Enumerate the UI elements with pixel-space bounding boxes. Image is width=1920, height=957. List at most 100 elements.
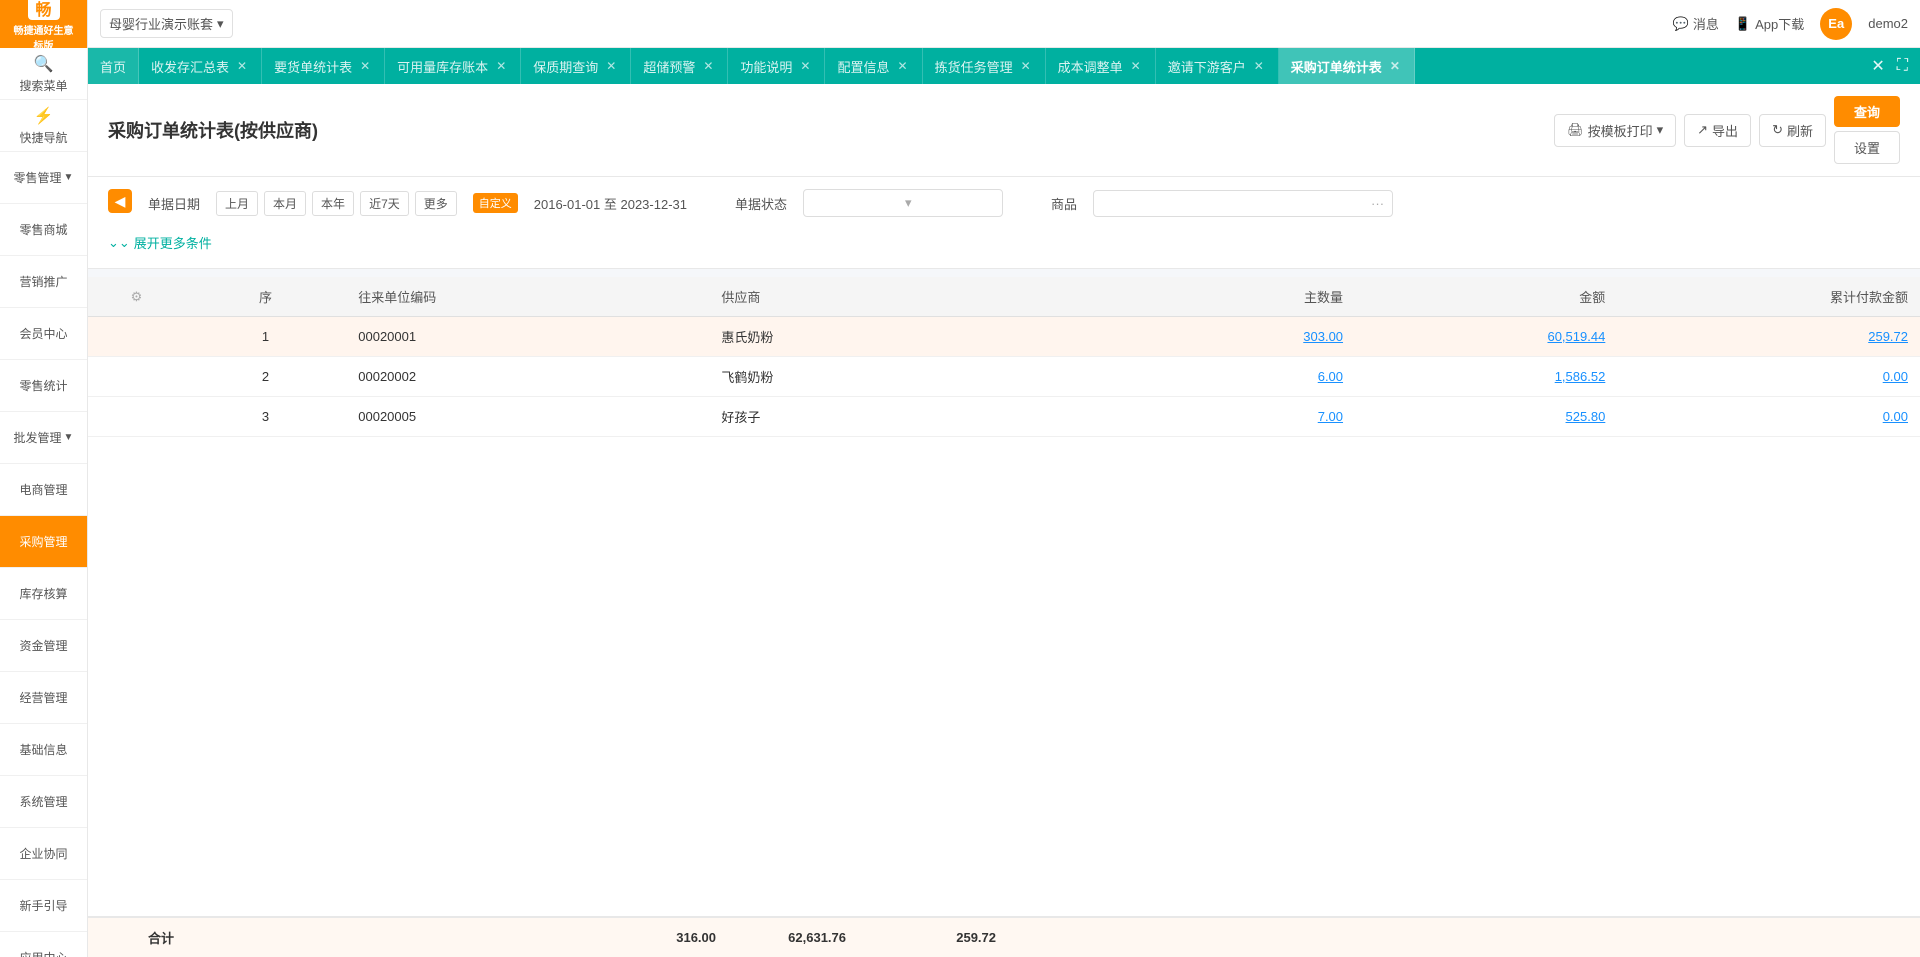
tab-invite-downstream-close[interactable]: ✕ (1252, 57, 1266, 75)
row-paid[interactable]: 0.00 (1617, 397, 1920, 437)
sidebar-item-retail-stats[interactable]: 零售统计 (0, 360, 87, 412)
tab-cost-adjust[interactable]: 成本调整单 ✕ (1046, 48, 1156, 84)
tab-purchase-stats[interactable]: 采购订单统计表 ✕ (1279, 48, 1415, 84)
sidebar-item-marketing[interactable]: 营销推广 (0, 256, 87, 308)
sidebar-item-retail-mall[interactable]: 零售商城 (0, 204, 87, 256)
sidebar-item-operations[interactable]: 经营管理 (0, 672, 87, 724)
row-amount[interactable]: 525.80 (1355, 397, 1617, 437)
row-settings-cell (88, 317, 185, 357)
sidebar-item-retail[interactable]: 零售管理 ▼ (0, 152, 87, 204)
table-area: ⚙ 序 往来单位编码 供应商 主数量 金额 累计付款金额 1 00020001 … (88, 277, 1920, 916)
tab-available-inventory-label: 可用量库存账本 (397, 57, 488, 76)
col-code: 往来单位编码 (346, 277, 709, 317)
sidebar-item-finance[interactable]: 资金管理 (0, 620, 87, 672)
sidebar-item-inventory[interactable]: 库存核算 (0, 568, 87, 620)
tab-config-info-label: 配置信息 (837, 57, 889, 76)
tab-cost-adjust-label: 成本调整单 (1058, 57, 1123, 76)
collapse-icon[interactable]: ◀ (108, 189, 132, 213)
tab-goods-stats[interactable]: 要货单统计表 ✕ (262, 48, 385, 84)
template-print-button[interactable]: 🖨 按模板打印 ▾ (1554, 114, 1676, 147)
tab-function-desc-label: 功能说明 (740, 57, 792, 76)
row-supplier: 惠氏奶粉 (709, 317, 1113, 357)
row-quantity[interactable]: 7.00 (1113, 397, 1355, 437)
tab-close-all-btn[interactable]: ✕ (1867, 52, 1888, 80)
message-btn[interactable]: 💬 消息 (1673, 14, 1719, 33)
sidebar-item-ecommerce[interactable]: 电商管理 (0, 464, 87, 516)
tab-expiry-query[interactable]: 保质期查询 ✕ (521, 48, 631, 84)
settings-button[interactable]: 设置 (1834, 131, 1900, 164)
filter-area: ◀ 单据日期 上月 本月 本年 近7天 更多 自定义 2016-01-01 至 … (88, 177, 1920, 269)
row-quantity[interactable]: 6.00 (1113, 357, 1355, 397)
date-shortcut-buttons: 上月 本月 本年 近7天 更多 (216, 191, 457, 216)
sidebar-item-search[interactable]: 🔍 搜索菜单 (0, 48, 87, 100)
tab-function-desc-close[interactable]: ✕ (798, 57, 812, 75)
tab-overstock-warning[interactable]: 超储预警 ✕ (631, 48, 728, 84)
col-seq: 序 (185, 277, 346, 317)
account-selector[interactable]: 母婴行业演示账套 ▾ (100, 9, 233, 38)
tab-available-inventory[interactable]: 可用量库存账本 ✕ (385, 48, 521, 84)
tab-config-info-close[interactable]: ✕ (896, 57, 910, 75)
tab-expiry-query-close[interactable]: ✕ (604, 57, 618, 75)
sidebar-item-members[interactable]: 会员中心 (0, 308, 87, 360)
tab-purchase-stats-label: 采购订单统计表 (1291, 57, 1382, 76)
app-download-btn[interactable]: 📱 App下载 (1735, 14, 1804, 33)
col-settings[interactable]: ⚙ (88, 277, 185, 317)
date-btn-this-year[interactable]: 本年 (312, 191, 354, 216)
tab-maximize-btn[interactable]: ⛶ (1893, 53, 1912, 79)
sidebar-item-new-guide[interactable]: 新手引导 (0, 880, 87, 932)
row-paid[interactable]: 259.72 (1617, 317, 1920, 357)
col-paid: 累计付款金额 (1617, 277, 1920, 317)
col-quantity: 主数量 (1113, 277, 1355, 317)
sidebar-item-system[interactable]: 系统管理 (0, 776, 87, 828)
user-name: demo2 (1868, 16, 1908, 31)
tab-purchase-stats-close[interactable]: ✕ (1388, 57, 1402, 75)
tab-overstock-warning-close[interactable]: ✕ (701, 57, 715, 75)
tab-home-label: 首页 (100, 57, 126, 76)
row-quantity[interactable]: 303.00 (1113, 317, 1355, 357)
sidebar-item-app-center[interactable]: 应用中心 (0, 932, 87, 957)
sidebar-item-quick-nav[interactable]: ⚡ 快捷导航 (0, 100, 87, 152)
col-supplier: 供应商 (709, 277, 1113, 317)
refresh-button[interactable]: ↻ 刷新 (1759, 114, 1826, 147)
ellipsis-icon[interactable]: ··· (1371, 196, 1384, 211)
message-label: 消息 (1693, 14, 1719, 33)
tab-picking-task-close[interactable]: ✕ (1019, 57, 1033, 75)
tab-home[interactable]: 首页 (88, 48, 139, 84)
sidebar-item-wholesale[interactable]: 批发管理 ▼ (0, 412, 87, 464)
tab-available-inventory-close[interactable]: ✕ (494, 57, 508, 75)
tab-receive-summary-close[interactable]: ✕ (235, 57, 249, 75)
row-amount[interactable]: 60,519.44 (1355, 317, 1617, 357)
date-btn-this-month[interactable]: 本月 (264, 191, 306, 216)
message-icon: 💬 (1673, 16, 1689, 32)
tab-config-info[interactable]: 配置信息 ✕ (825, 48, 922, 84)
status-select[interactable]: ▾ (803, 189, 1003, 217)
search-button[interactable]: 查询 (1834, 96, 1900, 127)
sidebar-item-basic-info[interactable]: 基础信息 (0, 724, 87, 776)
export-button[interactable]: ↗ 导出 (1684, 114, 1751, 147)
table-row: 1 00020001 惠氏奶粉 303.00 60,519.44 259.72 (88, 317, 1920, 357)
tab-invite-downstream[interactable]: 邀请下游客户 ✕ (1156, 48, 1279, 84)
row-paid[interactable]: 0.00 (1617, 357, 1920, 397)
date-btn-7days[interactable]: 近7天 (360, 191, 409, 216)
table-row: 3 00020005 好孩子 7.00 525.80 0.00 (88, 397, 1920, 437)
date-range-display: 2016-01-01 至 2023-12-31 (534, 194, 687, 213)
sidebar-item-enterprise[interactable]: 企业协同 (0, 828, 87, 880)
date-btn-more[interactable]: 更多 (415, 191, 457, 216)
tab-picking-task[interactable]: 拣货任务管理 ✕ (923, 48, 1046, 84)
tab-goods-stats-close[interactable]: ✕ (358, 57, 372, 75)
toggle-more-btn[interactable]: ⌄⌄ 展开更多条件 (108, 229, 1900, 256)
row-seq: 3 (185, 397, 346, 437)
sidebar-label-quick-nav: 快捷导航 (19, 129, 67, 146)
user-avatar[interactable]: Ea (1820, 8, 1852, 40)
account-selector-label: 母婴行业演示账套 (109, 14, 213, 33)
tab-cost-adjust-close[interactable]: ✕ (1129, 57, 1143, 75)
tab-function-desc[interactable]: 功能说明 ✕ (728, 48, 825, 84)
date-btn-last-month[interactable]: 上月 (216, 191, 258, 216)
tab-receive-summary[interactable]: 收发存汇总表 ✕ (139, 48, 262, 84)
row-amount[interactable]: 1,586.52 (1355, 357, 1617, 397)
sidebar-item-purchase[interactable]: 采购管理 (0, 516, 87, 568)
goods-filter-input[interactable] (1102, 196, 1367, 211)
page-content: 采购订单统计表(按供应商) 🖨 按模板打印 ▾ ↗ 导出 ↻ 刷新 查询 (88, 84, 1920, 957)
page-title: 采购订单统计表(按供应商) (108, 117, 318, 155)
row-supplier: 好孩子 (709, 397, 1113, 437)
